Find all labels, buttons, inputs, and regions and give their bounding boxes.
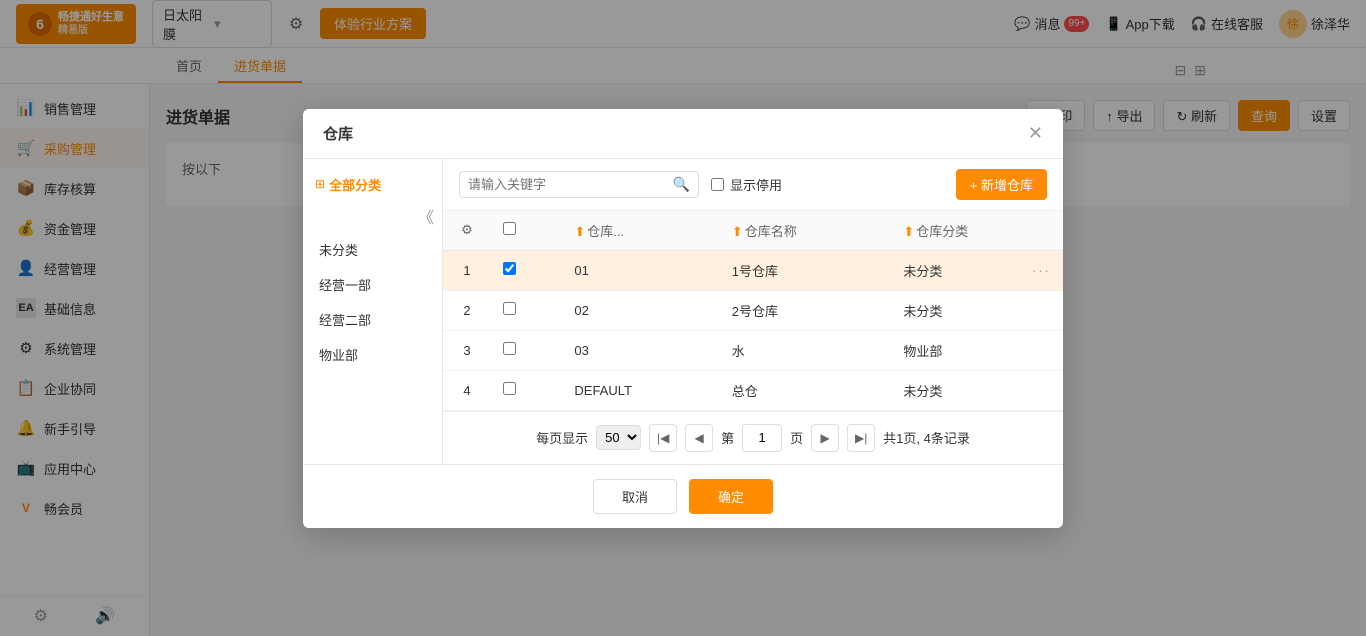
show-disabled-checkbox[interactable] <box>711 178 724 191</box>
cancel-btn[interactable]: 取消 <box>593 479 677 514</box>
modal-body: ⊞ 全部分类 《 未分类 经营一部 经营二部 物业部 🔍 <box>303 159 1063 464</box>
row-checkbox[interactable] <box>491 370 562 410</box>
modal-title: 仓库 <box>323 123 353 144</box>
modal-header: 仓库 ✕ <box>303 109 1063 159</box>
modal-footer: 取消 确定 <box>303 464 1063 528</box>
warehouse-modal: 仓库 ✕ ⊞ 全部分类 《 未分类 经营一部 经营二部 物业部 <box>303 109 1063 528</box>
first-page-btn[interactable]: |◀ <box>649 424 677 452</box>
row-name: 水 <box>720 330 892 370</box>
row-code: 01 <box>562 250 719 290</box>
col-check[interactable] <box>491 211 562 251</box>
category-ops1[interactable]: 经营一部 <box>303 267 442 302</box>
modal-close-btn[interactable]: ✕ <box>1028 124 1043 142</box>
row-checkbox[interactable] <box>491 290 562 330</box>
row-category: 物业部··· <box>891 331 1063 370</box>
per-page-select[interactable]: 50 <box>596 425 641 450</box>
next-page-btn[interactable]: ▶ <box>811 424 839 452</box>
search-box: 🔍 <box>459 171 699 198</box>
category-all[interactable]: ⊞ 全部分类 <box>303 169 442 200</box>
show-disabled-label[interactable]: 显示停用 <box>711 175 782 194</box>
row-name: 1号仓库 <box>720 250 892 290</box>
row-name: 2号仓库 <box>720 290 892 330</box>
row-category: 未分类··· <box>891 291 1063 330</box>
row-num: 1 <box>443 250 491 290</box>
row-name: 总仓 <box>720 370 892 410</box>
category-property[interactable]: 物业部 <box>303 337 442 372</box>
category-unclassified[interactable]: 未分类 <box>303 232 442 267</box>
search-icon: 🔍 <box>673 176 690 193</box>
last-page-btn[interactable]: ▶| <box>847 424 875 452</box>
category-ops2[interactable]: 经营二部 <box>303 302 442 337</box>
col-code[interactable]: ⬆仓库... <box>562 211 719 251</box>
confirm-btn[interactable]: 确定 <box>689 479 773 514</box>
col-name[interactable]: ⬆仓库名称 <box>720 211 892 251</box>
row-checkbox[interactable] <box>491 250 562 290</box>
sort-icon-name: ⬆ <box>732 224 743 239</box>
row-category: 未分类··· <box>891 371 1063 410</box>
row-num: 2 <box>443 290 491 330</box>
row-code: 03 <box>562 330 719 370</box>
row-checkbox[interactable] <box>491 330 562 370</box>
row-num: 4 <box>443 370 491 410</box>
grid-icon: ⊞ <box>315 177 325 191</box>
pagination: 每页显示 50 |◀ ◀ 第 页 ▶ ▶| 共1页, 4条记录 <box>443 411 1063 464</box>
row-category: 未分类··· <box>891 251 1063 290</box>
modal-right-content: 🔍 显示停用 + 新增仓库 ⚙ <box>443 159 1063 464</box>
col-gear[interactable]: ⚙ <box>443 211 491 251</box>
table-row[interactable]: 2 02 2号仓库 未分类··· <box>443 290 1063 330</box>
table-row[interactable]: 1 01 1号仓库 未分类··· <box>443 250 1063 290</box>
table-row[interactable]: 3 03 水 物业部··· <box>443 330 1063 370</box>
search-input[interactable] <box>468 177 673 192</box>
modal-toolbar: 🔍 显示停用 + 新增仓库 <box>443 159 1063 211</box>
sort-icon-cat: ⬆ <box>903 224 914 239</box>
page-number-input[interactable] <box>742 424 782 452</box>
warehouse-table: ⚙ ⬆仓库... ⬆仓库名称 ⬆仓库分类 1 01 1号仓库 未分类··· 2 <box>443 211 1063 411</box>
modal-overlay: 仓库 ✕ ⊞ 全部分类 《 未分类 经营一部 经营二部 物业部 <box>0 0 1366 636</box>
row-code: DEFAULT <box>562 370 719 410</box>
add-warehouse-btn[interactable]: + 新增仓库 <box>956 169 1047 200</box>
select-all-checkbox[interactable] <box>503 222 516 235</box>
sort-icon-code: ⬆ <box>574 224 585 239</box>
row-num: 3 <box>443 330 491 370</box>
category-sidebar: ⊞ 全部分类 《 未分类 经营一部 经营二部 物业部 <box>303 159 443 464</box>
col-gear-icon: ⚙ <box>461 222 473 237</box>
table-row[interactable]: 4 DEFAULT 总仓 未分类··· <box>443 370 1063 410</box>
prev-page-btn[interactable]: ◀ <box>685 424 713 452</box>
col-category[interactable]: ⬆仓库分类 <box>891 211 1063 251</box>
row-code: 02 <box>562 290 719 330</box>
sidebar-collapse-btn[interactable]: 《 <box>303 200 442 232</box>
